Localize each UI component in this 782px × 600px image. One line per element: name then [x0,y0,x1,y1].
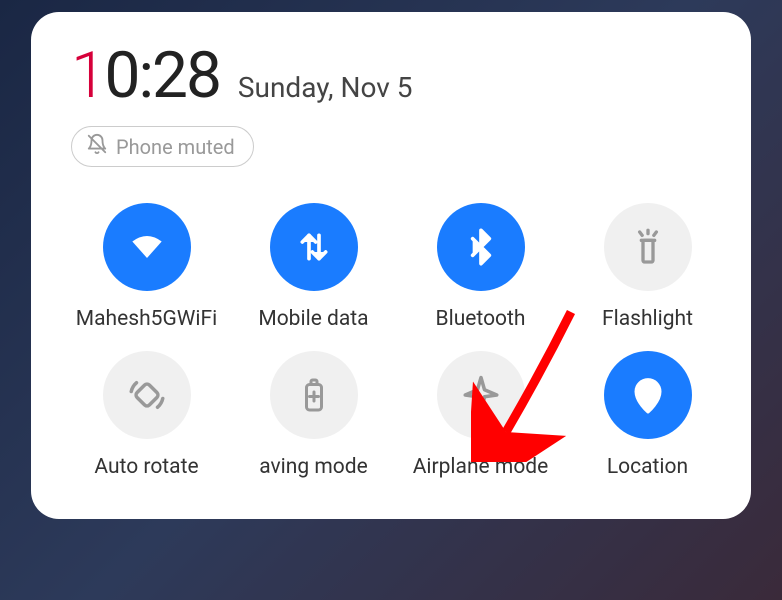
tile-bluetooth: Bluetooth [405,203,556,331]
airplane-mode-toggle[interactable] [437,351,525,439]
phone-muted-label: Phone muted [116,135,235,159]
clock-rest: 0:28 [105,38,220,113]
flashlight-icon [628,227,668,267]
airplane-icon [460,374,502,416]
mobile-data-toggle[interactable] [270,203,358,291]
clock-time: 10:28 [71,44,220,108]
date-label: Sunday, Nov 5 [238,71,413,104]
saving-mode-toggle[interactable] [270,351,358,439]
location-toggle[interactable] [604,351,692,439]
auto-rotate-label: Auto rotate [94,455,198,479]
wifi-icon [125,225,169,269]
header-row: 10:28 Sunday, Nov 5 [71,44,723,108]
tile-airplane: Airplane mode [405,351,556,479]
bluetooth-label: Bluetooth [436,307,526,331]
location-pin-icon [628,375,668,415]
tile-location: Location [572,351,723,479]
bluetooth-icon [461,227,501,267]
auto-rotate-toggle[interactable] [103,351,191,439]
flashlight-label: Flashlight [602,307,693,331]
tile-saving-mode: aving mode [238,351,389,479]
location-label: Location [607,455,688,479]
bell-muted-icon [86,133,108,160]
bluetooth-toggle[interactable] [437,203,525,291]
clock-first-digit: 1 [71,38,105,113]
tile-auto-rotate: Auto rotate [71,351,222,479]
data-arrows-icon [294,227,334,267]
phone-muted-chip[interactable]: Phone muted [71,126,254,167]
airplane-label: Airplane mode [413,455,549,479]
wifi-label: Mahesh5GWiFi [76,307,217,331]
tile-flashlight: Flashlight [572,203,723,331]
quick-settings-panel: 10:28 Sunday, Nov 5 Phone muted Mahesh5G… [31,12,751,519]
auto-rotate-icon [126,374,168,416]
flashlight-toggle[interactable] [604,203,692,291]
tile-wifi: Mahesh5GWiFi [71,203,222,331]
tile-mobile-data: Mobile data [238,203,389,331]
mobile-data-label: Mobile data [258,307,368,331]
saving-mode-label: aving mode [259,455,368,479]
battery-saver-icon [296,375,332,415]
wifi-toggle[interactable] [103,203,191,291]
quick-tiles-grid: Mahesh5GWiFi Mobile data Bluetooth [71,203,723,479]
